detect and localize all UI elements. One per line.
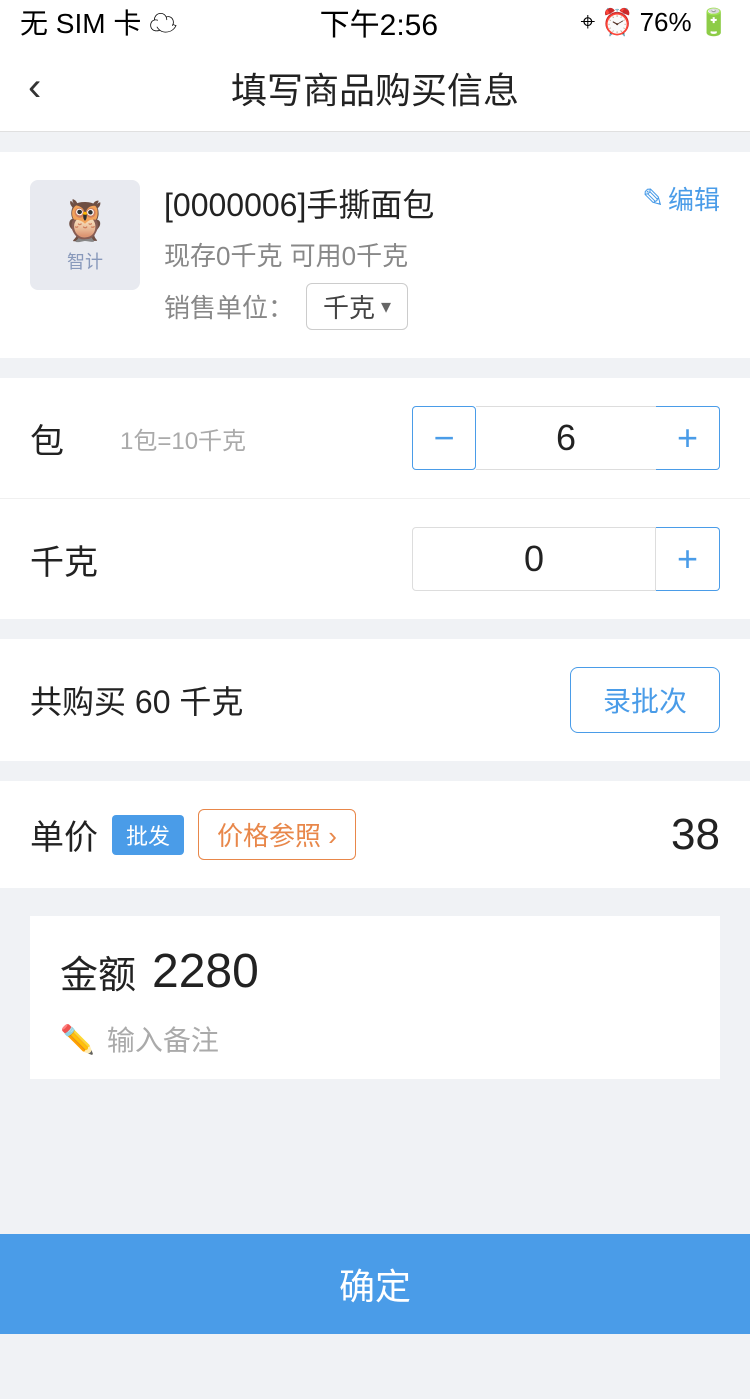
bag-row: 包 1包=10千克 − 6 + [0, 378, 750, 499]
edit-icon: ✎ [642, 183, 664, 214]
page-title: 填写商品购买信息 [231, 62, 519, 114]
amount-label: 金额 [60, 944, 136, 999]
price-section: 单价 批发 价格参照 › 38 [0, 781, 750, 888]
product-stock: 现存0千克 可用0千克 [164, 236, 720, 273]
kg-row: 千克 0 + [0, 499, 750, 619]
product-info: [0000006]手撕面包 现存0千克 可用0千克 销售单位： 千克 ▾ [164, 180, 720, 330]
unit-label: 销售单位： [164, 288, 294, 325]
note-placeholder: 输入备注 [107, 1019, 219, 1059]
edit-label: 编辑 [668, 180, 720, 217]
batch-button[interactable]: 录批次 [570, 667, 720, 733]
battery-label: 76% [640, 7, 692, 38]
product-thumbnail: 🦉 智计 [30, 180, 140, 290]
location-icon: ⌖ [581, 6, 596, 38]
confirm-label: 确定 [339, 1258, 411, 1310]
bag-label: 包 [30, 414, 110, 463]
battery-icon: 🔋 [698, 7, 730, 38]
price-value: 38 [671, 810, 720, 860]
bag-stepper: − 6 + [412, 406, 720, 470]
sim-label: 无 SIM 卡 ☁ [20, 2, 177, 42]
bag-decrement-button[interactable]: − [412, 406, 476, 470]
confirm-button[interactable]: 确定 [0, 1234, 750, 1334]
kg-stepper: 0 + [412, 527, 720, 591]
amount-value: 2280 [152, 944, 259, 999]
kg-increment-button[interactable]: + [656, 527, 720, 591]
back-button[interactable]: ‹ [28, 65, 41, 110]
bag-increment-button[interactable]: + [656, 406, 720, 470]
price-ref-button[interactable]: 价格参照 › [198, 809, 356, 860]
product-unit-row: 销售单位： 千克 ▾ [164, 283, 720, 330]
alarm-icon: ⏰ [601, 7, 633, 38]
kg-label: 千克 [30, 535, 110, 584]
product-name: [0000006]手撕面包 [164, 180, 720, 226]
nav-bar: ‹ 填写商品购买信息 [0, 44, 750, 132]
product-card: 🦉 智计 [0000006]手撕面包 现存0千克 可用0千克 销售单位： 千克 … [0, 152, 750, 358]
price-label: 单价 [30, 810, 98, 859]
status-bar: 无 SIM 卡 ☁ 下午2:56 ⌖ ⏰ 76% 🔋 [0, 0, 750, 44]
unit-value: 千克 [323, 288, 375, 325]
bag-hint: 1包=10千克 [120, 421, 412, 456]
pencil-icon: ✏️ [60, 1023, 95, 1056]
summary-text: 共购买 60 千克 [30, 677, 243, 723]
status-time: 下午2:56 [320, 0, 438, 44]
owl-icon: 🦉 [60, 197, 110, 244]
summary-row: 共购买 60 千克 录批次 [0, 639, 750, 761]
kg-value[interactable]: 0 [412, 527, 656, 591]
price-badge: 批发 [112, 815, 184, 855]
amount-row: 金额 2280 [60, 944, 690, 999]
bag-value[interactable]: 6 [476, 406, 656, 470]
price-row: 单价 批发 价格参照 › 38 [30, 809, 720, 860]
edit-button[interactable]: ✎ 编辑 [642, 180, 720, 217]
status-right: ⌖ ⏰ 76% 🔋 [581, 6, 730, 38]
unit-select[interactable]: 千克 ▾ [306, 283, 408, 330]
input-section: 包 1包=10千克 − 6 + 千克 0 + [0, 378, 750, 619]
status-left: 无 SIM 卡 ☁ [20, 2, 177, 42]
chevron-down-icon: ▾ [381, 294, 391, 319]
note-row[interactable]: ✏️ 输入备注 [60, 1019, 690, 1059]
brand-label: 智计 [67, 248, 103, 274]
